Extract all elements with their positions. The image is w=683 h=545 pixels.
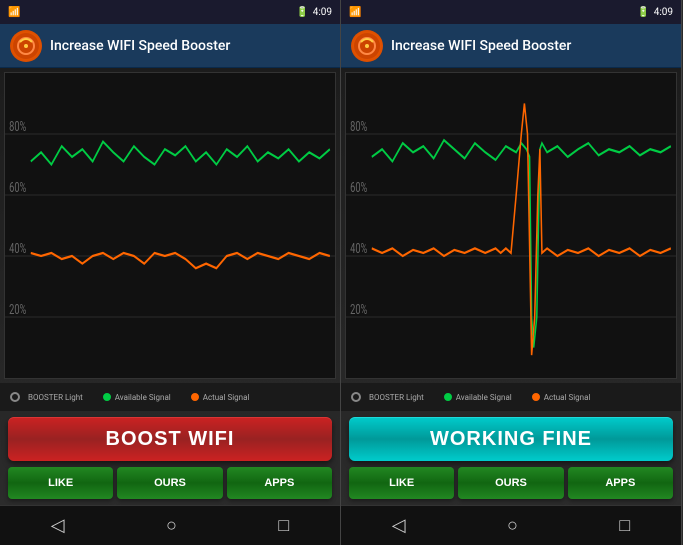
like-button-right[interactable]: LIKE (349, 467, 454, 499)
svg-text:60%: 60% (350, 179, 368, 195)
recents-button-left[interactable]: □ (262, 511, 305, 540)
svg-text:40%: 40% (350, 240, 368, 256)
green-label-left: Available Signal (115, 393, 171, 402)
status-bar-left: 📶 🔋 4:09 (0, 0, 340, 24)
right-panel: 📶 🔋 4:09 Increase WIFI Speed Booster (341, 0, 682, 545)
time-left: 4:09 (313, 7, 332, 18)
radio-indicator-left (10, 392, 20, 402)
status-left-right: 📶 (349, 7, 361, 18)
legend-orange-right: Actual Signal (532, 393, 591, 402)
ours-button-left[interactable]: OURS (117, 467, 222, 499)
apps-button-right[interactable]: APPS (568, 467, 673, 499)
radio-label-right: BOOSTER Light (369, 393, 424, 402)
app-header-right: Increase WIFI Speed Booster (341, 24, 681, 68)
boost-wifi-button[interactable]: BOOST WIFI (8, 417, 332, 461)
legend-radio-left: BOOSTER Light (10, 392, 83, 402)
chart-svg-left: 80% 60% 40% 20% (5, 73, 335, 378)
legend-left: BOOSTER Light Available Signal Actual Si… (0, 383, 340, 411)
home-button-right[interactable]: ○ (491, 511, 534, 540)
like-button-left[interactable]: LIKE (8, 467, 113, 499)
battery-icon-left: 🔋 (296, 7, 308, 18)
back-button-right[interactable]: ◁ (376, 511, 422, 540)
svg-text:40%: 40% (9, 240, 27, 256)
app-title-right: Increase WIFI Speed Booster (391, 38, 571, 54)
radio-label-left: BOOSTER Light (28, 393, 83, 402)
status-right-right: 🔋 4:09 (637, 7, 673, 18)
app-header-left: Increase WIFI Speed Booster (0, 24, 340, 68)
apps-button-left[interactable]: APPS (227, 467, 332, 499)
green-label-right: Available Signal (456, 393, 512, 402)
status-left-left: 📶 (8, 7, 20, 18)
app-logo-right (351, 30, 383, 62)
home-button-left[interactable]: ○ (150, 511, 193, 540)
status-bar-right: 📶 🔋 4:09 (341, 0, 681, 24)
orange-label-left: Actual Signal (203, 393, 250, 402)
legend-right: BOOSTER Light Available Signal Actual Si… (341, 383, 681, 411)
time-right: 4:09 (654, 7, 673, 18)
back-button-left[interactable]: ◁ (35, 511, 81, 540)
wifi-icon-left: 📶 (8, 7, 20, 18)
legend-radio-right: BOOSTER Light (351, 392, 424, 402)
svg-text:80%: 80% (9, 118, 27, 134)
chart-svg-right: 80% 60% 40% 20% (346, 73, 676, 378)
orange-label-right: Actual Signal (544, 393, 591, 402)
legend-green-right: Available Signal (444, 393, 512, 402)
wifi-icon-right: 📶 (349, 7, 361, 18)
bottom-buttons-left: LIKE OURS APPS (0, 467, 340, 505)
legend-green-left: Available Signal (103, 393, 171, 402)
orange-dot-right (532, 393, 540, 401)
green-dot-right (444, 393, 452, 401)
svg-text:20%: 20% (9, 301, 27, 317)
nav-bar-right: ◁ ○ □ (341, 505, 681, 545)
nav-bar-left: ◁ ○ □ (0, 505, 340, 545)
app-title-left: Increase WIFI Speed Booster (50, 38, 230, 54)
left-panel: 📶 🔋 4:09 Increase WIFI Speed Booster (0, 0, 341, 545)
status-right-left: 🔋 4:09 (296, 7, 332, 18)
legend-orange-left: Actual Signal (191, 393, 250, 402)
chart-left: 80% 60% 40% 20% (4, 72, 336, 379)
green-dot-left (103, 393, 111, 401)
app-logo-left (10, 30, 42, 62)
orange-dot-left (191, 393, 199, 401)
svg-text:80%: 80% (350, 118, 368, 134)
recents-button-right[interactable]: □ (603, 511, 646, 540)
ours-button-right[interactable]: OURS (458, 467, 563, 499)
svg-text:20%: 20% (350, 301, 368, 317)
svg-text:60%: 60% (9, 179, 27, 195)
battery-icon-right: 🔋 (637, 7, 649, 18)
working-fine-button[interactable]: WORKING FINE (349, 417, 673, 461)
bottom-buttons-right: LIKE OURS APPS (341, 467, 681, 505)
radio-indicator-right (351, 392, 361, 402)
chart-right: 80% 60% 40% 20% (345, 72, 677, 379)
